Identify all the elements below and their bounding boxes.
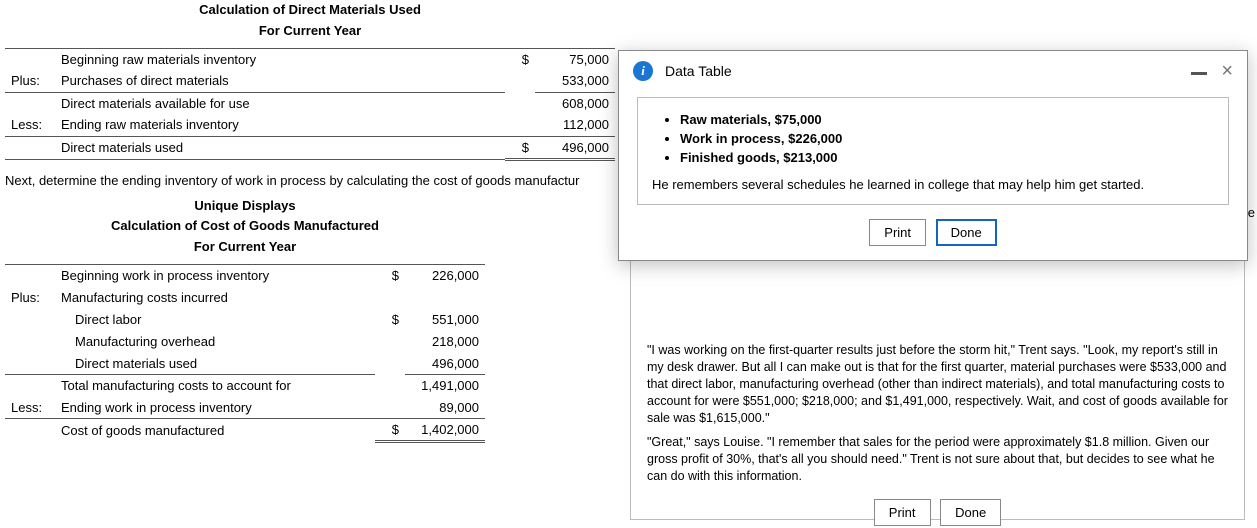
row-label: Ending work in process inventory	[55, 396, 375, 418]
case-para-1: "I was working on the first-quarter resu…	[647, 342, 1228, 426]
calc2-titles: Unique Displays Calculation of Cost of G…	[5, 196, 485, 258]
row-val: 226,000	[405, 264, 485, 286]
row-val: 75,000	[535, 48, 615, 70]
done-button[interactable]: Done	[940, 499, 1001, 526]
row-label: Manufacturing costs incurred	[55, 286, 375, 308]
calc2-title1: Unique Displays	[5, 196, 485, 217]
row-label: Manufacturing overhead	[55, 330, 375, 352]
row-label: Purchases of direct materials	[55, 70, 505, 92]
calc2-title3: For Current Year	[5, 237, 485, 258]
modal-body: Raw materials, $75,000 Work in process, …	[637, 97, 1229, 205]
row-val: 496,000	[405, 352, 485, 374]
row-label: Total manufacturing costs to account for	[55, 374, 375, 396]
row-label: Direct materials used	[55, 352, 375, 374]
done-button[interactable]: Done	[936, 219, 997, 246]
modal-title: Data Table	[665, 63, 1191, 79]
row-prefix: Less:	[5, 114, 55, 136]
currency: $	[505, 48, 535, 70]
info-icon: i	[633, 61, 653, 81]
list-item: Raw materials, $75,000	[680, 110, 1214, 129]
row-prefix: Plus:	[5, 70, 55, 92]
row-val: 1,402,000	[405, 418, 485, 441]
calc2-table: Beginning work in process inventory $ 22…	[5, 264, 485, 443]
modal-note: He remembers several schedules he learne…	[652, 177, 1214, 192]
list-item: Finished goods, $213,000	[680, 148, 1214, 167]
row-val: 608,000	[535, 92, 615, 114]
row-label: Cost of goods manufactured	[55, 418, 375, 441]
modal-header: i Data Table ×	[619, 51, 1247, 89]
row-val: 551,000	[405, 308, 485, 330]
row-prefix: Plus:	[5, 286, 55, 308]
row-label: Direct materials used	[55, 136, 505, 159]
case-para-2: "Great," says Louise. "I remember that s…	[647, 434, 1228, 485]
row-prefix: Less:	[5, 396, 55, 418]
left-panel: Calculation of Direct Materials Used For…	[5, 0, 615, 443]
modal-buttons: Print Done	[619, 219, 1247, 246]
print-button[interactable]: Print	[874, 499, 931, 526]
currency: $	[375, 264, 405, 286]
case-text: "I was working on the first-quarter resu…	[647, 342, 1228, 485]
list-item: Work in process, $226,000	[680, 129, 1214, 148]
calc1-table: Beginning raw materials inventory $ 75,0…	[5, 48, 615, 161]
currency: $	[375, 308, 405, 330]
row-val: 89,000	[405, 396, 485, 418]
row-val: 533,000	[535, 70, 615, 92]
data-table-modal: i Data Table × Raw materials, $75,000 Wo…	[618, 50, 1248, 261]
row-label: Ending raw materials inventory	[55, 114, 505, 136]
row-label: Direct labor	[55, 308, 375, 330]
calc1-title2: Calculation of Direct Materials Used	[5, 0, 615, 21]
currency: $	[505, 136, 535, 159]
case-buttons: Print Done	[647, 499, 1228, 526]
row-val: 496,000	[535, 136, 615, 159]
calc1-title3: For Current Year	[5, 21, 615, 42]
bullet-list: Raw materials, $75,000 Work in process, …	[680, 110, 1214, 167]
row-label: Direct materials available for use	[55, 92, 505, 114]
close-icon[interactable]: ×	[1221, 61, 1233, 81]
row-val: 218,000	[405, 330, 485, 352]
calc1-titles: Calculation of Direct Materials Used For…	[5, 0, 615, 42]
row-val: 112,000	[535, 114, 615, 136]
print-button[interactable]: Print	[869, 219, 926, 246]
minimize-icon[interactable]	[1191, 72, 1207, 75]
calc2-title2: Calculation of Cost of Goods Manufacture…	[5, 216, 485, 237]
row-val: 1,491,000	[405, 374, 485, 396]
row-label: Beginning raw materials inventory	[55, 48, 505, 70]
instruction-text: Next, determine the ending inventory of …	[5, 173, 615, 188]
currency: $	[375, 418, 405, 441]
row-label: Beginning work in process inventory	[55, 264, 375, 286]
